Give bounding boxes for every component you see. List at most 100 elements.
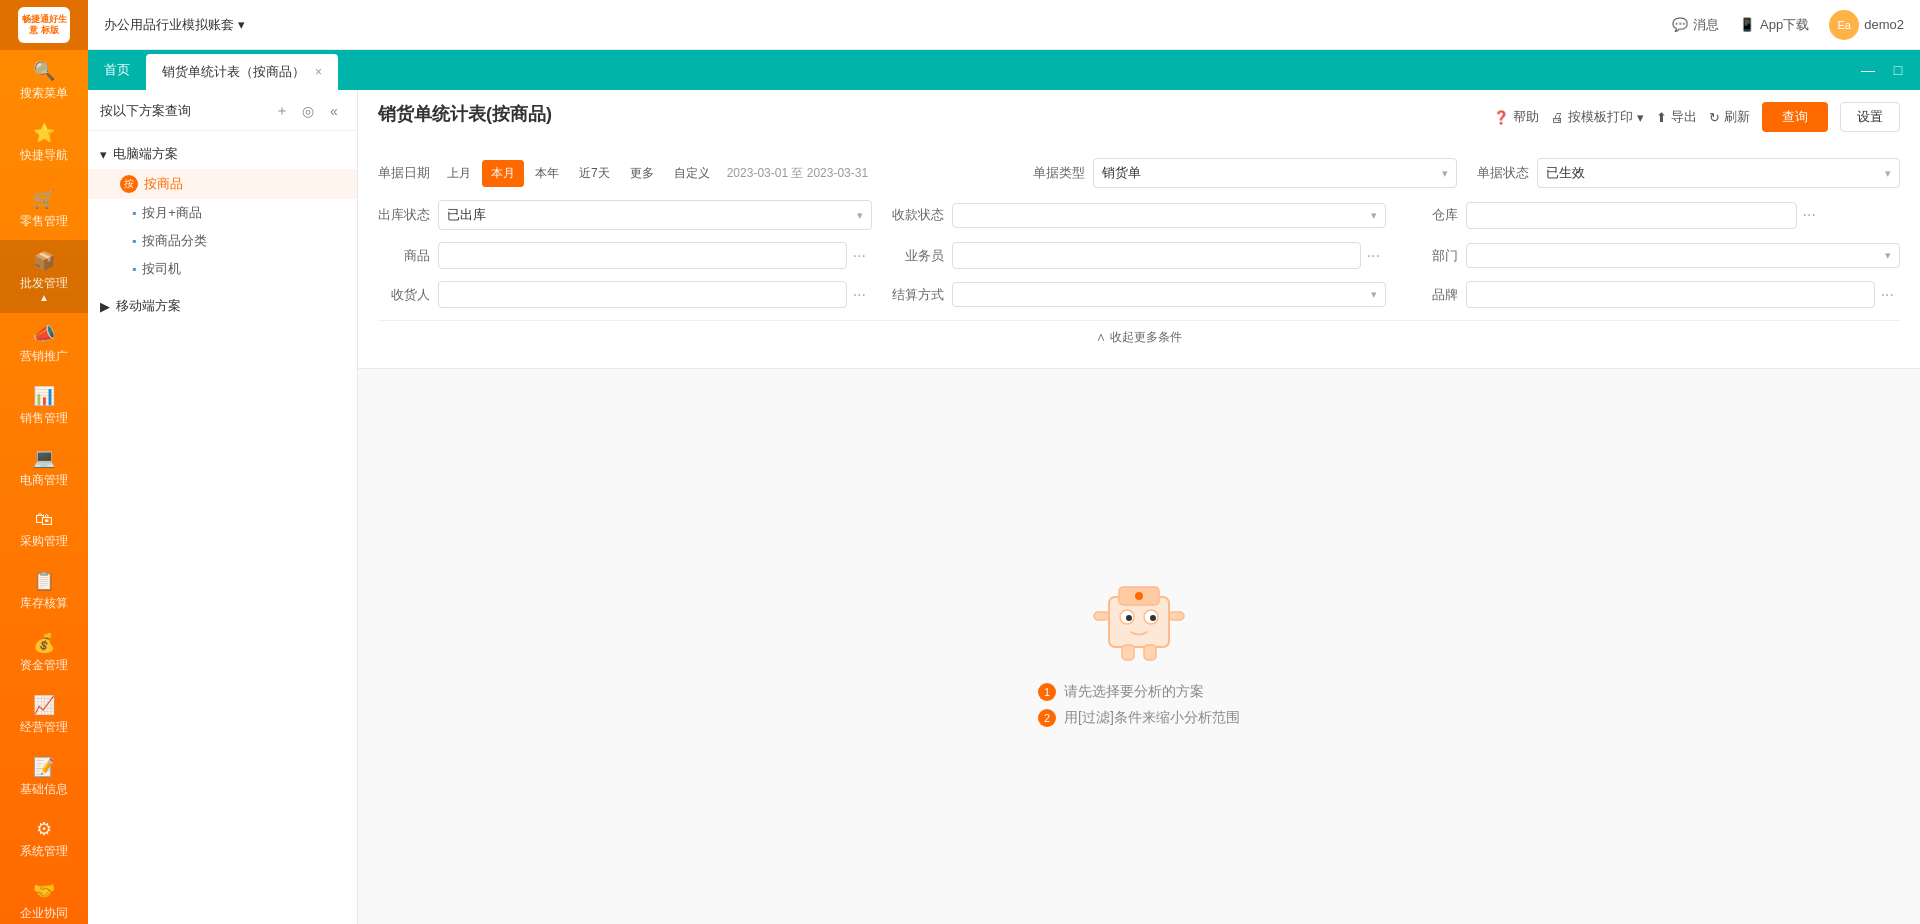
tree-container: ▾ 电脑端方案 按 按商品 ▪ 按月+商品 ▪ 按商品分类 — [88, 131, 357, 924]
goods-input[interactable] — [438, 242, 847, 269]
filter-field-recipient: 收货人 ··· — [378, 281, 872, 308]
search-icon: 🔍 — [33, 60, 55, 82]
date-btn-more[interactable]: 更多 — [621, 160, 663, 187]
app-download-label: App下载 — [1760, 16, 1809, 34]
order-type-label: 单据类型 — [1033, 164, 1093, 182]
recipient-input[interactable] — [438, 281, 847, 308]
out-status-value: 已出库 — [447, 206, 486, 224]
settings-plan-button[interactable]: ◎ — [297, 100, 319, 122]
collapse-label: ∧ 收起更多条件 — [1096, 330, 1181, 344]
brand-more-button[interactable]: ··· — [1875, 286, 1900, 304]
tree-item-by-month-goods[interactable]: ▪ 按月+商品 — [88, 199, 357, 227]
sidebar-item-retail[interactable]: 🛒 零售管理 — [0, 178, 88, 240]
salesman-more-button[interactable]: ··· — [1361, 247, 1386, 265]
order-type-value: 销货单 — [1102, 164, 1141, 182]
tree-item-by-goods[interactable]: 按 按商品 — [88, 169, 357, 199]
order-type-select[interactable]: 销货单 ▾ — [1093, 158, 1456, 188]
refresh-icon: ↻ — [1709, 110, 1720, 125]
tree-group-desktop-title[interactable]: ▾ 电脑端方案 — [88, 139, 357, 169]
template-print-button[interactable]: 🖨 按模板打印 ▾ — [1551, 108, 1644, 126]
date-range-text: 2023-03-01 至 2023-03-31 — [727, 165, 868, 182]
star-icon: ⭐ — [33, 122, 55, 144]
message-button[interactable]: 💬 消息 — [1672, 16, 1719, 34]
order-status-select[interactable]: 已生效 ▾ — [1537, 158, 1900, 188]
brand-input[interactable] — [1466, 281, 1875, 308]
user-menu[interactable]: Ea demo2 — [1829, 10, 1904, 40]
export-label: 导出 — [1671, 108, 1697, 126]
sidebar-item-label: 基础信息 — [20, 781, 68, 798]
tree-group-desktop: ▾ 电脑端方案 按 按商品 ▪ 按月+商品 ▪ 按商品分类 — [88, 139, 357, 283]
tree-group-label: 移动端方案 — [116, 297, 181, 315]
warehouse-input[interactable] — [1466, 202, 1797, 229]
filter-area: 单据日期 上月 本月 本年 近7天 更多 自定义 2023-03-01 至 20… — [358, 144, 1920, 369]
system-icon: ⚙ — [36, 818, 52, 840]
tab-home[interactable]: 首页 — [88, 50, 146, 90]
date-filter: 上月 本月 本年 近7天 更多 自定义 2023-03-01 至 2023-03… — [438, 160, 1013, 187]
salesman-input[interactable] — [952, 242, 1361, 269]
query-button[interactable]: 查询 — [1762, 102, 1828, 132]
setting-button[interactable]: 设置 — [1840, 102, 1900, 132]
date-btn-custom[interactable]: 自定义 — [665, 160, 719, 187]
order-status-arrow: ▾ — [1885, 167, 1891, 180]
sidebar: 畅捷通好生意 标版 🔍 搜索菜单 ⭐ 快捷导航 🛒 零售管理 📦 批发管理 ▲ … — [0, 0, 88, 924]
tab-maximize-button[interactable]: □ — [1886, 58, 1910, 82]
tip-text-1: 请先选择要分析的方案 — [1064, 683, 1204, 701]
tree-item-by-goods-category[interactable]: ▪ 按商品分类 — [88, 227, 357, 255]
sidebar-item-purchase[interactable]: 🛍 采购管理 — [0, 499, 88, 560]
tab-minimize-button[interactable]: — — [1856, 58, 1880, 82]
sidebar-item-label: 快捷导航 — [20, 147, 68, 164]
sidebar-item-finance[interactable]: 💰 资金管理 — [0, 622, 88, 684]
sidebar-item-operations[interactable]: 📈 经营管理 — [0, 684, 88, 746]
collapse-conditions-button[interactable]: ∧ 收起更多条件 — [378, 320, 1900, 354]
recv-status-label: 收款状态 — [892, 206, 952, 224]
filter-field-dept: 部门 ▾ — [1406, 243, 1900, 268]
left-panel-actions: ＋ ◎ « — [271, 100, 345, 122]
tabbar-actions: — □ — [1856, 58, 1920, 82]
sidebar-logo: 畅捷通好生意 标版 — [0, 0, 88, 50]
empty-tip-1: 1 请先选择要分析的方案 — [1038, 683, 1240, 701]
dept-label: 部门 — [1406, 247, 1466, 265]
tab-close-button[interactable]: × — [315, 65, 322, 79]
sidebar-item-enterprise[interactable]: 🤝 企业协同 — [0, 870, 88, 924]
recv-status-select[interactable]: ▾ — [952, 203, 1386, 228]
sidebar-item-wholesale[interactable]: 📦 批发管理 ▲ — [0, 240, 88, 313]
sidebar-item-quicknav[interactable]: ⭐ 快捷导航 — [0, 112, 88, 174]
basic-info-icon: 📝 — [33, 756, 55, 778]
warehouse-more-button[interactable]: ··· — [1797, 206, 1822, 224]
sidebar-item-label: 电商管理 — [20, 472, 68, 489]
filter-row-4: 收货人 ··· 结算方式 ▾ 品牌 — [378, 281, 1900, 308]
sidebar-item-system[interactable]: ⚙ 系统管理 — [0, 808, 88, 870]
help-button[interactable]: ❓ 帮助 — [1493, 108, 1539, 126]
refresh-button[interactable]: ↻ 刷新 — [1709, 108, 1750, 126]
user-name: demo2 — [1864, 17, 1904, 32]
export-button[interactable]: ⬆ 导出 — [1656, 108, 1697, 126]
tabbar: 首页 销货单统计表（按商品） × — □ — [88, 50, 1920, 90]
app-download-button[interactable]: 📱 App下载 — [1739, 16, 1809, 34]
sidebar-item-ecommerce[interactable]: 💻 电商管理 — [0, 437, 88, 499]
goods-more-button[interactable]: ··· — [847, 247, 872, 265]
settle-select[interactable]: ▾ — [952, 282, 1386, 307]
logo-text[interactable]: 畅捷通好生意 标版 — [18, 7, 70, 43]
filter-field-brand: 品牌 ··· — [1406, 281, 1900, 308]
sidebar-item-inventory[interactable]: 📋 库存核算 — [0, 560, 88, 622]
tab-sales-stats[interactable]: 销货单统计表（按商品） × — [146, 54, 338, 90]
date-btn-last-month[interactable]: 上月 — [438, 160, 480, 187]
date-btn-this-year[interactable]: 本年 — [526, 160, 568, 187]
tree-group-mobile-title[interactable]: ▶ 移动端方案 — [88, 291, 357, 321]
brand-label: 品牌 — [1406, 286, 1466, 304]
export-icon: ⬆ — [1656, 110, 1667, 125]
out-status-select[interactable]: 已出库 ▾ — [438, 200, 872, 230]
sidebar-item-basic-info[interactable]: 📝 基础信息 — [0, 746, 88, 808]
workspace-selector[interactable]: 办公用品行业模拟账套 ▾ — [104, 16, 245, 34]
add-plan-button[interactable]: ＋ — [271, 100, 293, 122]
collapse-panel-button[interactable]: « — [323, 100, 345, 122]
sub-icon-3: ▪ — [132, 262, 136, 276]
sidebar-item-marketing[interactable]: 📣 营销推广 — [0, 313, 88, 375]
date-btn-7days[interactable]: 近7天 — [570, 160, 619, 187]
date-btn-this-month[interactable]: 本月 — [482, 160, 524, 187]
dept-select[interactable]: ▾ — [1466, 243, 1900, 268]
recipient-more-button[interactable]: ··· — [847, 286, 872, 304]
sidebar-item-sales[interactable]: 📊 销售管理 — [0, 375, 88, 437]
tree-item-by-driver[interactable]: ▪ 按司机 — [88, 255, 357, 283]
sidebar-item-search[interactable]: 🔍 搜索菜单 — [0, 50, 88, 112]
